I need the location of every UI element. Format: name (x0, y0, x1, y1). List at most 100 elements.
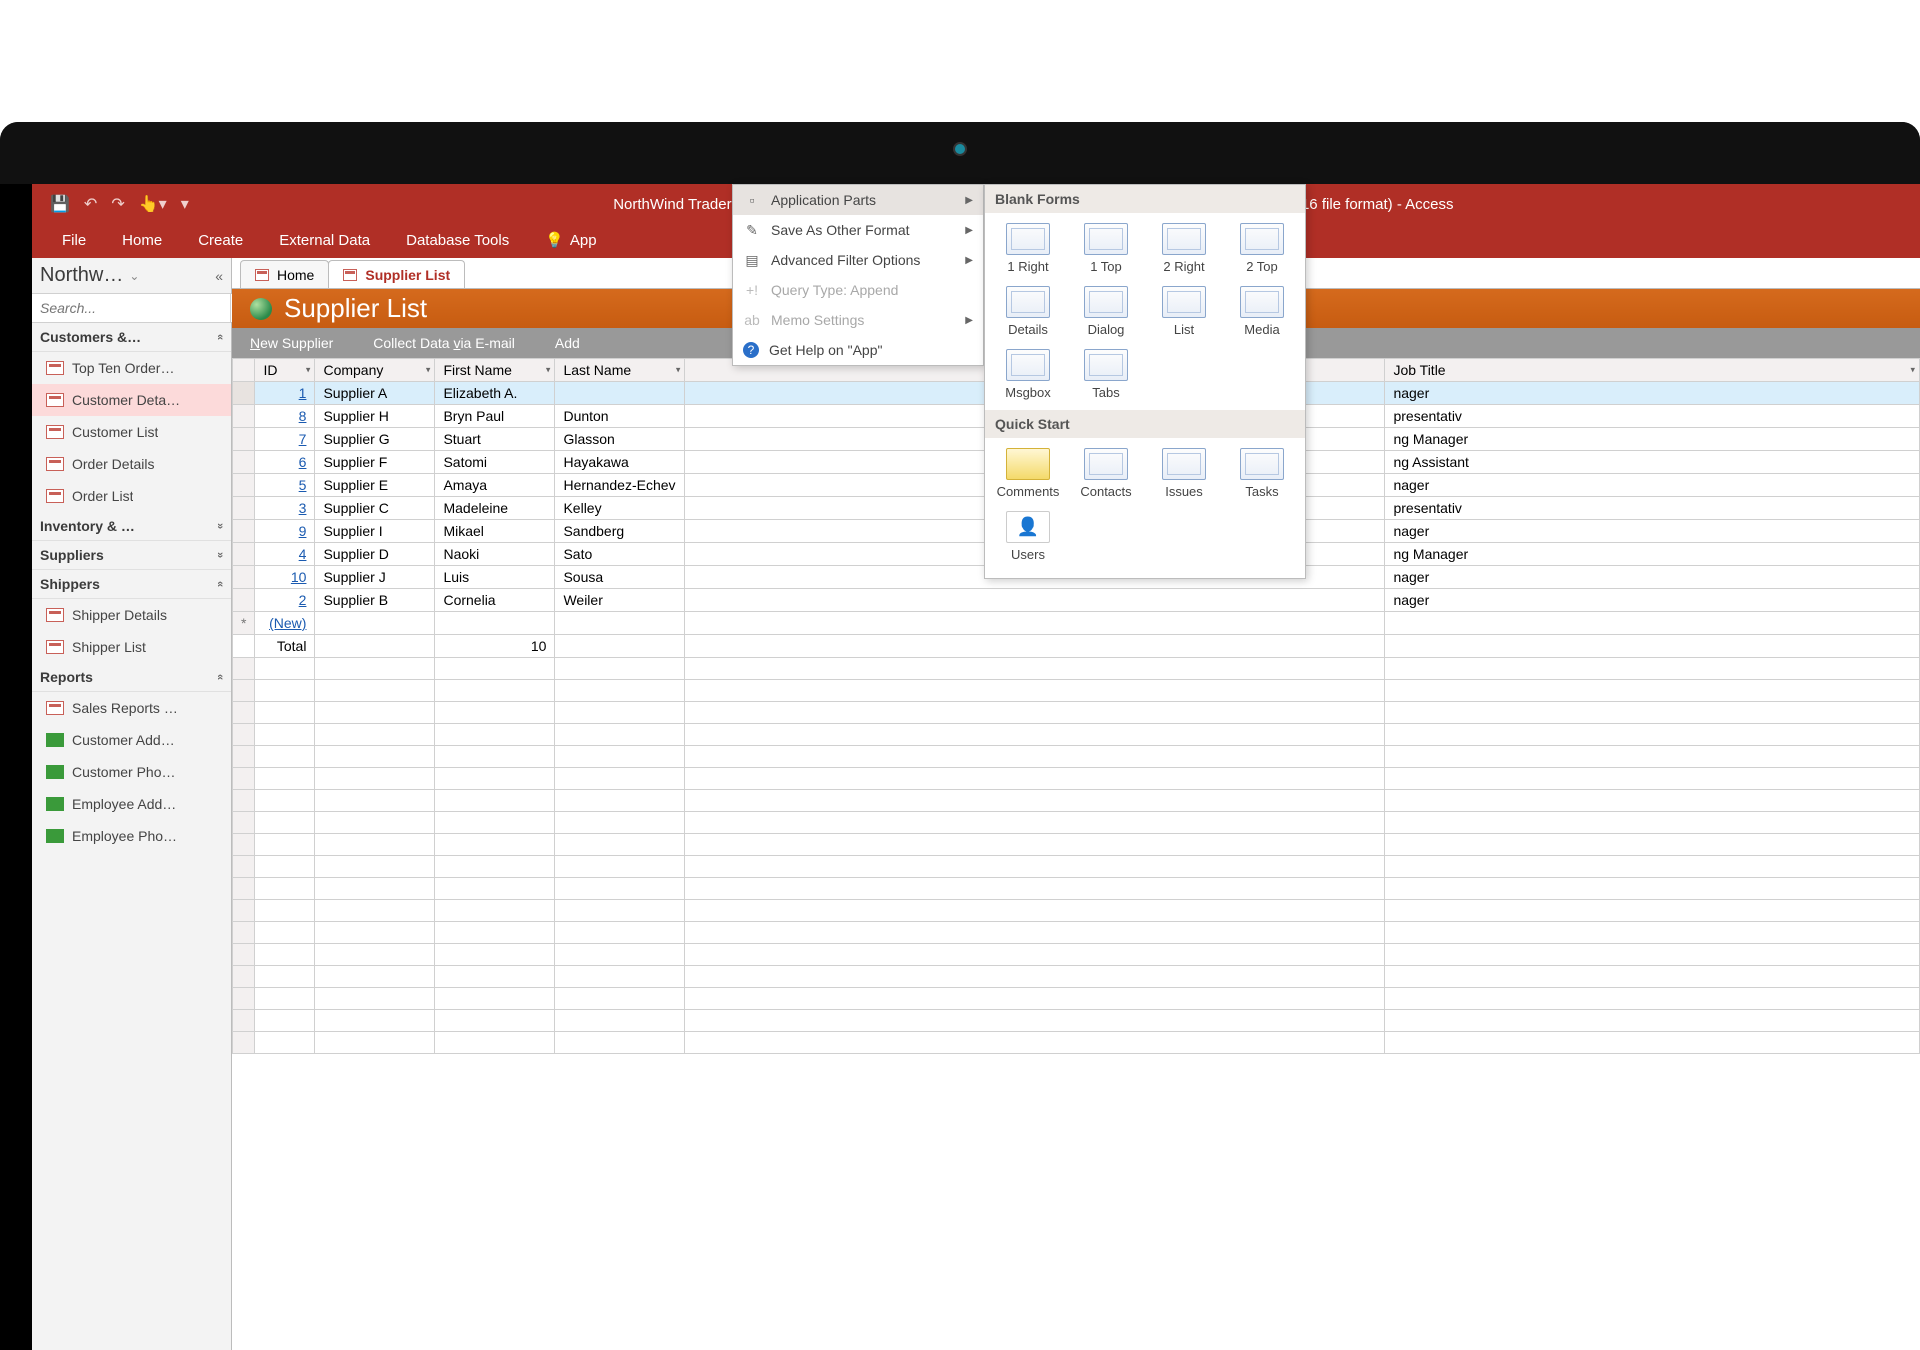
doc-tab-home[interactable]: Home (240, 260, 329, 288)
cell-id[interactable]: 6 (255, 451, 315, 474)
row-selector[interactable] (233, 451, 255, 474)
cell-last[interactable]: Glasson (555, 428, 685, 451)
collapse-icon[interactable]: « (215, 268, 223, 284)
gallery-item[interactable]: 2 Top (1223, 219, 1301, 282)
dropdown-icon[interactable]: ▾ (306, 365, 311, 376)
cell-company[interactable]: Supplier C (315, 497, 435, 520)
row-selector[interactable] (233, 474, 255, 497)
navpane-header[interactable]: Northw… ⌄ « (32, 258, 231, 294)
cell-first[interactable]: Naoki (435, 543, 555, 566)
column-header[interactable]: First Name▾ (435, 359, 555, 382)
gallery-item[interactable]: 2 Right (1145, 219, 1223, 282)
gallery-item[interactable]: Users (989, 507, 1067, 570)
gallery-item[interactable]: Tasks (1223, 444, 1301, 507)
cell-company[interactable]: Supplier I (315, 520, 435, 543)
menu-item[interactable]: ▫Application Parts▶ (733, 185, 983, 215)
column-header[interactable]: Company▾ (315, 359, 435, 382)
collect-data-link[interactable]: Collect Data via E-mail (373, 335, 515, 351)
gallery-item[interactable]: Media (1223, 282, 1301, 345)
cell-first[interactable]: Elizabeth A. (435, 382, 555, 405)
cell-company[interactable]: Supplier G (315, 428, 435, 451)
dropdown-icon[interactable]: ▾ (426, 365, 431, 376)
nav-group-header[interactable]: Reports« (32, 663, 231, 692)
menu-item[interactable]: ✎Save As Other Format▶ (733, 215, 983, 245)
cell-title[interactable]: ng Manager (1385, 428, 1920, 451)
cell-title[interactable]: nager (1385, 520, 1920, 543)
tab-file[interactable]: File (44, 224, 104, 258)
table-row[interactable]: 2 Supplier B Cornelia Weiler nager (233, 589, 1920, 612)
nav-item[interactable]: Shipper List (32, 631, 231, 663)
nav-item[interactable]: Sales Reports … (32, 692, 231, 724)
save-icon[interactable]: 💾 (50, 194, 70, 214)
cell-company[interactable]: Supplier D (315, 543, 435, 566)
cell-id[interactable]: 3 (255, 497, 315, 520)
gallery-item[interactable]: Comments (989, 444, 1067, 507)
cell-title[interactable]: ng Assistant (1385, 451, 1920, 474)
cell-id[interactable]: 9 (255, 520, 315, 543)
cell-id[interactable]: 8 (255, 405, 315, 428)
nav-item[interactable]: Employee Pho… (32, 820, 231, 852)
select-all-cell[interactable] (233, 359, 255, 382)
redo-icon[interactable]: ↷ (111, 194, 124, 214)
cell-first[interactable]: Mikael (435, 520, 555, 543)
cell-company[interactable]: Supplier A (315, 382, 435, 405)
cell-id[interactable]: 1 (255, 382, 315, 405)
dropdown-icon[interactable]: ▾ (676, 365, 681, 376)
cell-last[interactable]: Hernandez-Echev (555, 474, 685, 497)
new-supplier-link[interactable]: New Supplier (250, 335, 333, 351)
nav-item[interactable]: Order List (32, 480, 231, 512)
cell-id[interactable]: 2 (255, 589, 315, 612)
menu-item[interactable]: ▤Advanced Filter Options▶ (733, 245, 983, 275)
nav-item[interactable]: Customer Pho… (32, 756, 231, 788)
row-selector[interactable] (233, 405, 255, 428)
nav-group-header[interactable]: Customers &…« (32, 323, 231, 352)
cell-id[interactable]: 4 (255, 543, 315, 566)
cell-first[interactable]: Satomi (435, 451, 555, 474)
cell-title[interactable]: presentativ (1385, 405, 1920, 428)
cell-title[interactable]: presentativ (1385, 497, 1920, 520)
cell-last[interactable]: Sandberg (555, 520, 685, 543)
cell-last[interactable]: Weiler (555, 589, 685, 612)
gallery-item[interactable]: 1 Right (989, 219, 1067, 282)
tab-create[interactable]: Create (180, 224, 261, 258)
cell-company[interactable]: Supplier E (315, 474, 435, 497)
nav-item[interactable]: Top Ten Order… (32, 352, 231, 384)
cell-last[interactable] (555, 382, 685, 405)
row-selector[interactable] (233, 428, 255, 451)
cell-title[interactable]: nager (1385, 566, 1920, 589)
cell-company[interactable]: Supplier B (315, 589, 435, 612)
cell-first[interactable]: Luis (435, 566, 555, 589)
cell-title[interactable]: nager (1385, 589, 1920, 612)
row-selector[interactable] (233, 520, 255, 543)
cell-title[interactable]: ng Manager (1385, 543, 1920, 566)
undo-icon[interactable]: ↶ (84, 194, 97, 214)
gallery-item[interactable]: Tabs (1067, 345, 1145, 408)
gallery-item[interactable]: Issues (1145, 444, 1223, 507)
customize-qat-icon[interactable]: ▾ (181, 194, 189, 214)
cell-first[interactable]: Stuart (435, 428, 555, 451)
touch-mode-icon[interactable]: 👆▾ (139, 194, 167, 214)
row-selector[interactable] (233, 382, 255, 405)
row-selector[interactable] (233, 497, 255, 520)
nav-group-header[interactable]: Shippers« (32, 570, 231, 599)
cell-last[interactable]: Kelley (555, 497, 685, 520)
column-header[interactable]: Last Name▾ (555, 359, 685, 382)
tab-external-data[interactable]: External Data (261, 224, 388, 258)
doc-tab-supplier-list[interactable]: Supplier List (328, 260, 465, 288)
tell-me-search[interactable]: 💡 App (527, 224, 614, 258)
cell-title[interactable]: nager (1385, 474, 1920, 497)
gallery-item[interactable]: Details (989, 282, 1067, 345)
cell-first[interactable]: Cornelia (435, 589, 555, 612)
cell-first[interactable]: Amaya (435, 474, 555, 497)
cell-first[interactable]: Bryn Paul (435, 405, 555, 428)
dropdown-icon[interactable]: ▾ (546, 365, 551, 376)
row-selector[interactable] (233, 543, 255, 566)
nav-item[interactable]: Customer Add… (32, 724, 231, 756)
nav-item[interactable]: Customer Deta… (32, 384, 231, 416)
dropdown-icon[interactable]: ▾ (1910, 365, 1915, 376)
gallery-item[interactable]: Msgbox (989, 345, 1067, 408)
add-link[interactable]: Add (555, 335, 580, 351)
nav-item[interactable]: Order Details (32, 448, 231, 480)
cell-last[interactable]: Sousa (555, 566, 685, 589)
cell-last[interactable]: Hayakawa (555, 451, 685, 474)
